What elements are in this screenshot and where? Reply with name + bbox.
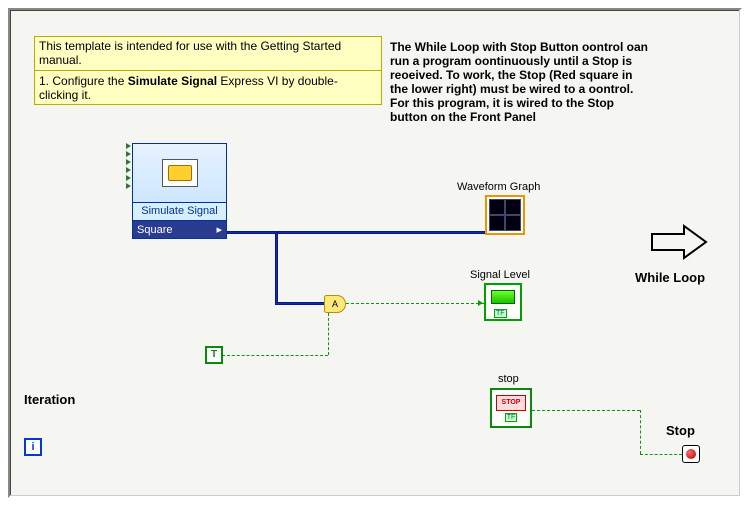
note-line-1: This template is intended for use with t… xyxy=(39,39,341,67)
stop-terminal-label: Stop xyxy=(666,423,695,438)
wire-true-drop xyxy=(328,313,329,355)
stop-button-icon: STOP xyxy=(496,395,526,411)
signal-level-indicator[interactable]: TF xyxy=(484,283,522,321)
wire-stop-h xyxy=(532,410,640,411)
abs-value-node[interactable]: A xyxy=(324,295,346,313)
signal-icon xyxy=(162,159,198,187)
wire-to-abs xyxy=(275,302,325,305)
note-step-num: 1. xyxy=(39,74,49,88)
while-loop-explanation: The While Loop with Stop Button oontrol … xyxy=(390,40,650,124)
graph-icon xyxy=(489,199,521,231)
simulate-signal-icon-area xyxy=(132,143,227,203)
signal-level-label: Signal Level xyxy=(470,269,530,281)
while-loop-arrow xyxy=(650,222,710,267)
wire-abs-to-level xyxy=(346,303,484,304)
waveform-graph-label: Waveform Graph xyxy=(457,181,540,193)
simulate-signal-vi[interactable]: Simulate Signal Square ▸ xyxy=(132,143,227,239)
while-loop-label: While Loop xyxy=(635,270,705,285)
iteration-label: Iteration xyxy=(24,392,75,407)
wire-true-h xyxy=(222,355,328,356)
divider xyxy=(35,70,381,71)
signal-type-label: Square xyxy=(137,224,172,236)
iteration-terminal[interactable]: i xyxy=(24,438,42,456)
arrow-tip-icon xyxy=(478,300,483,306)
simulate-signal-output-row[interactable]: Square ▸ xyxy=(132,221,227,239)
wire-stop-h2 xyxy=(640,454,682,455)
stop-control-tf: TF xyxy=(505,413,518,422)
waveform-graph-indicator[interactable] xyxy=(485,195,525,235)
instruction-note: This template is intended for use with t… xyxy=(34,36,382,105)
loop-stop-terminal[interactable] xyxy=(682,445,700,463)
true-constant[interactable]: T xyxy=(205,346,223,364)
stop-control-label: stop xyxy=(498,373,519,385)
block-diagram-canvas: This template is intended for use with t… xyxy=(0,0,750,506)
chevron-right-icon: ▸ xyxy=(216,223,222,236)
arrow-right-icon xyxy=(650,222,710,262)
led-icon xyxy=(491,290,515,304)
simulate-signal-title: Simulate Signal xyxy=(132,203,227,221)
note-step-bold: Simulate Signal xyxy=(128,74,217,88)
wire-signal-to-graph xyxy=(227,231,485,234)
wire-stop-v xyxy=(640,410,641,454)
stop-control[interactable]: STOP TF xyxy=(490,388,532,428)
note-step-pre: Configure the xyxy=(49,74,128,88)
simulate-signal-input-terminals xyxy=(126,143,131,189)
wire-branch-down xyxy=(275,231,278,304)
signal-level-tf: TF xyxy=(494,309,507,318)
